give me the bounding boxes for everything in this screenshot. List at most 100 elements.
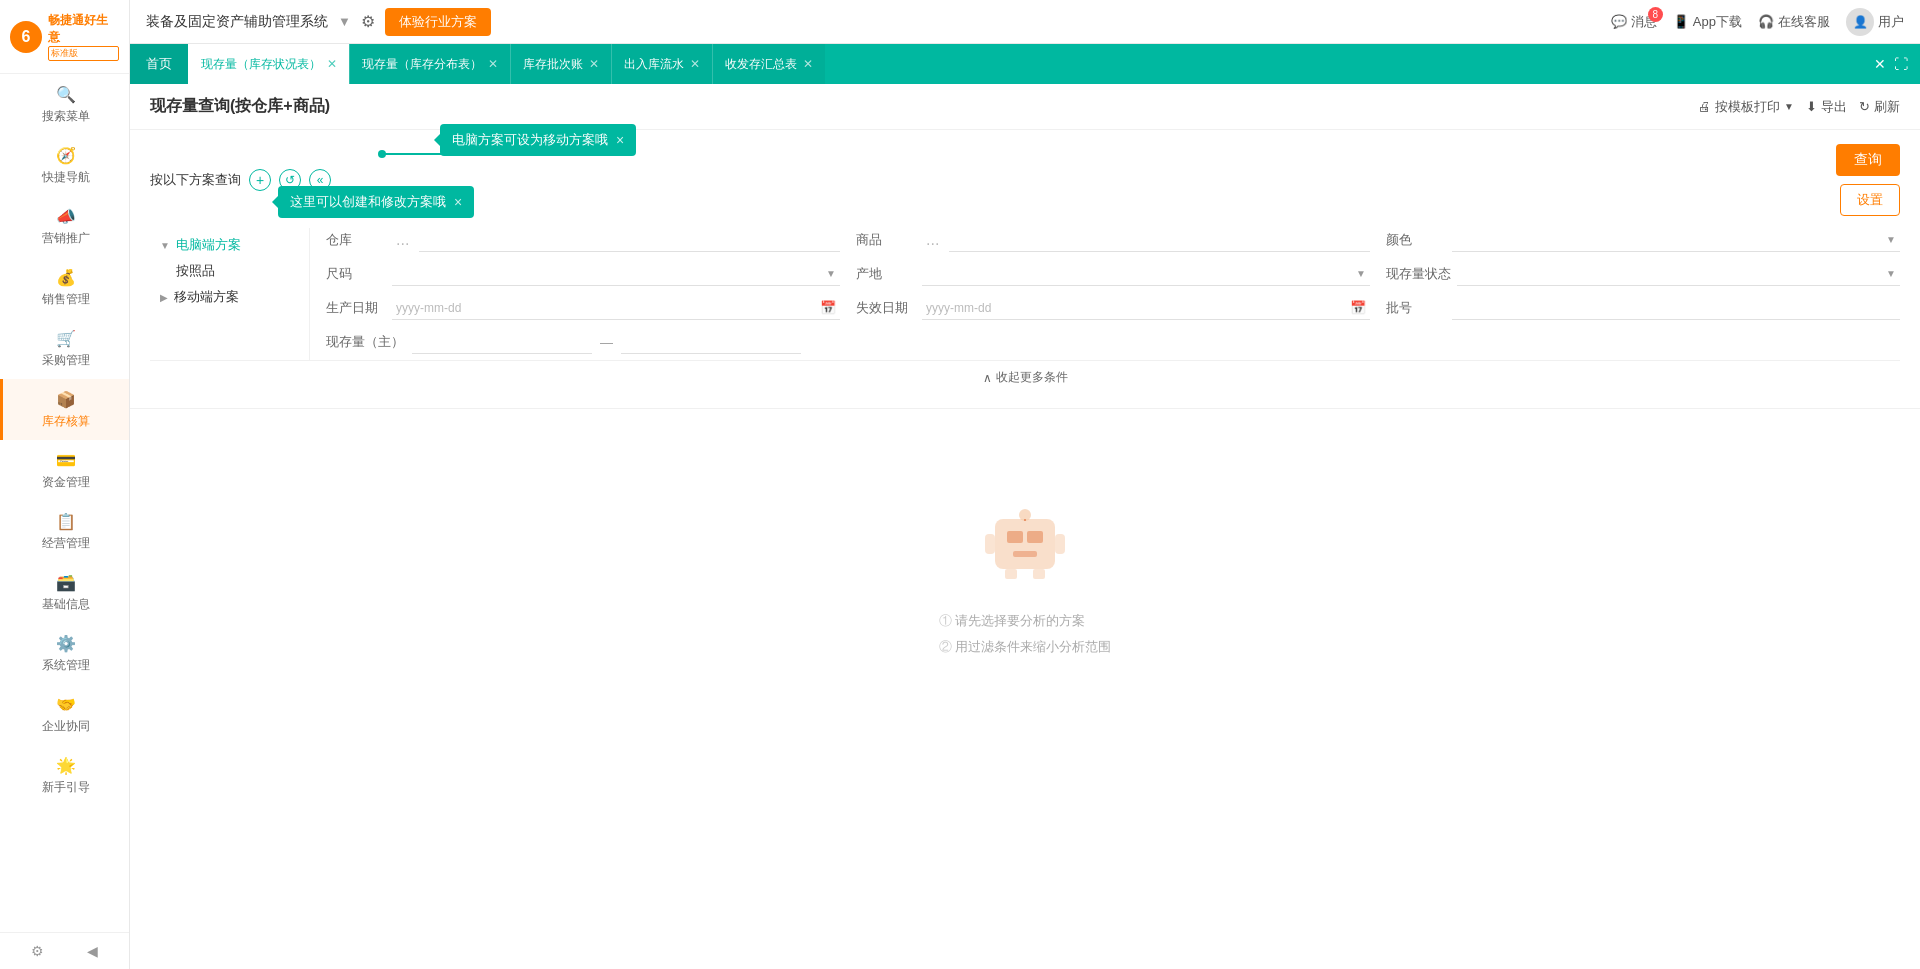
stock-status-label: 现存量状态 — [1386, 265, 1451, 283]
origin-label: 产地 — [856, 265, 916, 283]
collapse-btn[interactable]: ∧ 收起更多条件 — [983, 369, 1068, 386]
prod-date-calendar-icon[interactable]: 📅 — [820, 300, 836, 315]
warehouse-input[interactable] — [419, 228, 840, 252]
filter-header-row: 按以下方案查询 + ↺ « 电脑方案可设为移动方案哦 × 这里可以创建和修改方案… — [150, 144, 1900, 216]
sidebar-item-sales-label: 销售管理 — [42, 291, 90, 308]
export-btn[interactable]: ⬇ 导出 — [1806, 98, 1847, 116]
tab-in-out-flow-close[interactable]: ✕ — [690, 57, 700, 71]
filter-size: 尺码 ▼ — [326, 262, 840, 286]
scheme-tree-desktop-child[interactable]: 按照品 — [150, 258, 301, 284]
tab-in-out-flow[interactable]: 出入库流水 ✕ — [611, 44, 712, 84]
tooltip-mobile-close[interactable]: × — [616, 132, 624, 148]
sidebar-item-collab[interactable]: 🤝 企业协同 — [0, 684, 129, 745]
sidebar-item-basics[interactable]: 🗃️ 基础信息 — [0, 562, 129, 623]
page-content: 现存量查询(按仓库+商品) 🖨 按模板打印 ▼ ⬇ 导出 ↻ 刷新 — [130, 84, 1920, 969]
stock-qty-sep: — — [600, 335, 613, 350]
tabs-right: ✕ ⛶ — [1862, 56, 1920, 72]
goods-dots[interactable]: ... — [922, 231, 943, 249]
warehouse-dots[interactable]: ... — [392, 231, 413, 249]
tab-inventory-dist[interactable]: 现存量（库存分布表） ✕ — [349, 44, 510, 84]
tab-inventory-dist-close[interactable]: ✕ — [488, 57, 498, 71]
tab-batch-ledger[interactable]: 库存批次账 ✕ — [510, 44, 611, 84]
prod-date-input[interactable]: yyyy-mm-dd 📅 — [392, 296, 840, 320]
sidebar-item-finance[interactable]: 💳 资金管理 — [0, 440, 129, 501]
refresh-btn[interactable]: ↻ 刷新 — [1859, 98, 1900, 116]
tooltip-mobile-scheme: 电脑方案可设为移动方案哦 × — [440, 124, 636, 156]
tooltip-mobile-text: 电脑方案可设为移动方案哦 — [452, 131, 608, 149]
sidebar-item-sales[interactable]: 💰 销售管理 — [0, 257, 129, 318]
settings-btn[interactable]: 设置 — [1840, 184, 1900, 216]
tabs-close-all-icon[interactable]: ✕ — [1874, 56, 1886, 72]
goods-input[interactable] — [949, 228, 1370, 252]
sidebar-item-search[interactable]: 🔍 搜索菜单 — [0, 74, 129, 135]
tab-inventory-status[interactable]: 现存量（库存状况表） ✕ — [188, 44, 349, 84]
svg-rect-7 — [1055, 534, 1065, 554]
sidebar-item-search-label: 搜索菜单 — [42, 108, 90, 125]
expiry-date-input[interactable]: yyyy-mm-dd 📅 — [922, 296, 1370, 320]
tab-dispatch-summary-close[interactable]: ✕ — [803, 57, 813, 71]
header-settings-icon[interactable]: ⚙ — [361, 12, 375, 31]
sidebar-item-collab-label: 企业协同 — [42, 718, 90, 735]
connector-dot — [378, 150, 386, 158]
sidebar-item-guide[interactable]: 🌟 新手引导 — [0, 745, 129, 806]
settings-bottom-btn[interactable]: ⚙ — [31, 943, 44, 959]
sidebar-item-system-label: 系统管理 — [42, 657, 90, 674]
sales-icon: 💰 — [56, 267, 76, 287]
tabs-minimize-icon[interactable]: ⛶ — [1894, 56, 1908, 72]
add-scheme-btn[interactable]: + — [249, 169, 271, 191]
expiry-date-label: 失效日期 — [856, 299, 916, 317]
tab-batch-ledger-close[interactable]: ✕ — [589, 57, 599, 71]
tab-inventory-dist-label: 现存量（库存分布表） — [362, 56, 482, 73]
scheme-tree-desktop[interactable]: ▼ 电脑端方案 — [150, 232, 301, 258]
finance-icon: 💳 — [56, 450, 76, 470]
sidebar-item-finance-label: 资金管理 — [42, 474, 90, 491]
origin-select[interactable]: ▼ — [922, 262, 1370, 286]
sidebar-item-marketing[interactable]: 📣 营销推广 — [0, 196, 129, 257]
filter-color: 颜色 ▼ — [1386, 228, 1900, 252]
stock-qty-from[interactable] — [412, 330, 592, 354]
system-dropdown-icon[interactable]: ▼ — [338, 14, 351, 29]
stock-status-select[interactable]: ▼ — [1457, 262, 1900, 286]
collapse-sidebar-btn[interactable]: ◀ — [87, 943, 98, 959]
color-arrow: ▼ — [1886, 234, 1896, 245]
batch-no-input[interactable] — [1452, 296, 1900, 320]
header-right: 💬 8 消息 📱 App下载 🎧 在线客服 👤 用户 — [1611, 8, 1904, 36]
message-item[interactable]: 💬 8 消息 — [1611, 13, 1657, 31]
export-icon: ⬇ — [1806, 99, 1817, 114]
tab-home[interactable]: 首页 — [130, 44, 188, 84]
filter-label: 按以下方案查询 — [150, 171, 241, 189]
tab-inventory-status-close[interactable]: ✕ — [327, 57, 337, 71]
sidebar-nav: 🔍 搜索菜单 🧭 快捷导航 📣 营销推广 💰 销售管理 🛒 采购管理 📦 库存核… — [0, 74, 129, 932]
operations-icon: 📋 — [56, 511, 76, 531]
sidebar-item-purchase[interactable]: 🛒 采购管理 — [0, 318, 129, 379]
app-download-label: App下载 — [1693, 13, 1742, 31]
scheme-tree-mobile[interactable]: ▶ 移动端方案 — [150, 284, 301, 310]
sidebar-item-inventory[interactable]: 📦 库存核算 — [0, 379, 129, 440]
tooltip-edit-close[interactable]: × — [454, 194, 462, 210]
page-header: 现存量查询(按仓库+商品) 🖨 按模板打印 ▼ ⬇ 导出 ↻ 刷新 — [130, 84, 1920, 130]
app-download-item[interactable]: 📱 App下载 — [1673, 13, 1742, 31]
query-btn[interactable]: 查询 — [1836, 144, 1900, 176]
scheme-tree-desktop-child-label: 按照品 — [176, 262, 215, 280]
sidebar-item-system[interactable]: ⚙️ 系统管理 — [0, 623, 129, 684]
color-select[interactable]: ▼ — [1452, 228, 1900, 252]
scheme-tree-mobile-label: 移动端方案 — [174, 288, 239, 306]
filter-row-2: 尺码 ▼ 产地 ▼ — [326, 262, 1900, 286]
sidebar-item-nav[interactable]: 🧭 快捷导航 — [0, 135, 129, 196]
expiry-date-calendar-icon[interactable]: 📅 — [1350, 300, 1366, 315]
sidebar: 6 畅捷通好生意 标准版 🔍 搜索菜单 🧭 快捷导航 📣 营销推广 💰 销售管理… — [0, 0, 130, 969]
user-label: 用户 — [1878, 13, 1904, 31]
sidebar-item-operations[interactable]: 📋 经营管理 — [0, 501, 129, 562]
size-select[interactable]: ▼ — [392, 262, 840, 286]
filter-stock-status: 现存量状态 ▼ — [1386, 262, 1900, 286]
svg-rect-0 — [995, 519, 1055, 569]
stock-qty-to[interactable] — [621, 330, 801, 354]
industry-btn[interactable]: 体验行业方案 — [385, 8, 491, 36]
online-support-item[interactable]: 🎧 在线客服 — [1758, 13, 1830, 31]
purchase-icon: 🛒 — [56, 328, 76, 348]
user-item[interactable]: 👤 用户 — [1846, 8, 1904, 36]
tab-dispatch-summary[interactable]: 收发存汇总表 ✕ — [712, 44, 825, 84]
svg-rect-3 — [1013, 551, 1037, 557]
print-btn[interactable]: 🖨 按模板打印 ▼ — [1698, 98, 1794, 116]
tabs-bar: 首页 现存量（库存状况表） ✕ 现存量（库存分布表） ✕ 库存批次账 ✕ 出入库… — [130, 44, 1920, 84]
